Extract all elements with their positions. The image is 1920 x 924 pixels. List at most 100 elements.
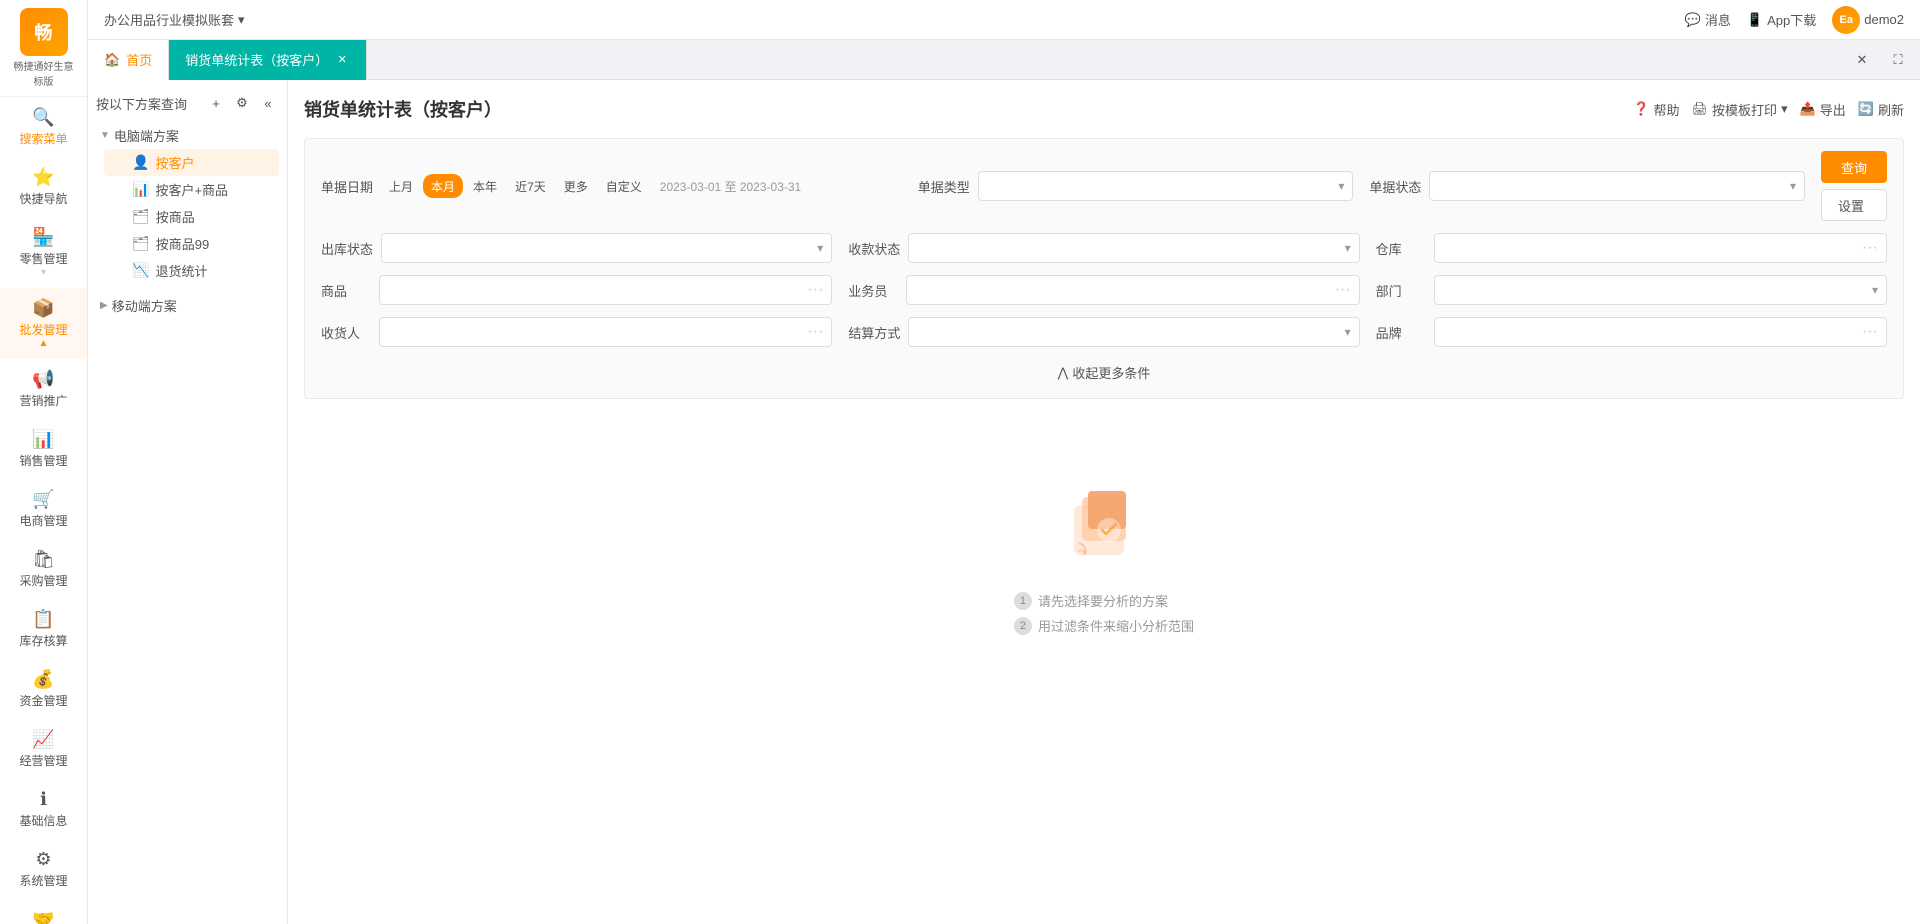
tree-item-by-goods[interactable]: 🗂 按商品 <box>104 203 279 230</box>
help-button[interactable]: ❓ 帮助 <box>1633 100 1679 119</box>
ecommerce-icon: 🛒 <box>32 489 54 510</box>
goods-input[interactable]: ··· <box>379 275 832 305</box>
minimize-icon: ✕ <box>1857 52 1868 68</box>
help-icon: ❓ <box>1633 101 1649 117</box>
breadcrumb-text: 办公用品行业模拟账套 <box>104 10 234 29</box>
left-panel-title-bar: 按以下方案查询 + ⚙ « <box>96 92 279 114</box>
date-btn-this-month[interactable]: 本月 <box>423 174 463 198</box>
collab-icon: 🤝 <box>32 909 54 924</box>
tab-maximize-button[interactable]: ⛶ <box>1884 46 1912 74</box>
app-download-button[interactable]: 📱 App下载 <box>1747 10 1816 29</box>
collapse-filter-button[interactable]: ⋀ 收起更多条件 <box>1046 359 1163 386</box>
receiver-input[interactable]: ··· <box>379 317 832 347</box>
wholesale-arrow: ▲ <box>39 338 49 349</box>
date-btn-this-year[interactable]: 本年 <box>465 174 505 198</box>
breadcrumb-dropdown[interactable]: 办公用品行业模拟账套 ▾ <box>104 10 245 29</box>
topbar: 办公用品行业模拟账套 ▾ 💬 消息 📱 App下载 Ea demo2 <box>88 0 1920 40</box>
dept-label: 部门 <box>1376 281 1426 300</box>
tabbar: 🏠 首页 销货单统计表（按客户） ✕ ✕ ⛶ <box>88 40 1920 80</box>
left-panel: 按以下方案查询 + ⚙ « ▼ 电脑端方案 <box>88 80 288 924</box>
date-btn-7days[interactable]: 近7天 <box>507 174 554 198</box>
message-button[interactable]: 💬 消息 <box>1685 10 1731 29</box>
main-area: 办公用品行业模拟账套 ▾ 💬 消息 📱 App下载 Ea demo2 🏠 <box>88 0 1920 924</box>
sidebar: 畅 畅捷通好生意 标版 🔍 搜索菜单 ⭐ 快捷导航 🏪 零售管理 ▾ 📦 批发管… <box>0 0 88 924</box>
filter-salesman: 业务员 ··· <box>848 275 1359 305</box>
doc-type-select[interactable]: ▾ <box>978 171 1354 201</box>
sidebar-item-system[interactable]: ⚙ 系统管理 <box>0 839 87 899</box>
export-button[interactable]: 📤 导出 <box>1800 100 1846 119</box>
empty-tip-2: 2 用过滤条件来缩小分析范围 <box>1014 616 1194 635</box>
date-btn-more[interactable]: 更多 <box>556 174 596 198</box>
filter-settlement: 结算方式 ▾ <box>848 317 1359 347</box>
out-status-chevron-icon: ▾ <box>817 241 823 255</box>
sidebar-item-inventory[interactable]: 📋 库存核算 <box>0 599 87 659</box>
print-dropdown-icon: ▾ <box>1781 101 1788 117</box>
basic-icon: ℹ <box>40 789 47 810</box>
doc-status-select[interactable]: ▾ <box>1429 171 1805 201</box>
sidebar-item-finance[interactable]: 💰 资金管理 <box>0 659 87 719</box>
print-icon: 🖨 <box>1692 101 1709 117</box>
dept-select[interactable]: ▾ <box>1434 275 1887 305</box>
filter-out-status: 出库状态 ▾ <box>321 233 832 263</box>
filter-row-4: 收货人 ··· 结算方式 ▾ 品牌 <box>321 317 1887 347</box>
marketing-icon: 📢 <box>32 369 54 390</box>
search-icon: 🔍 <box>32 107 54 128</box>
sidebar-item-sales[interactable]: 📊 销售管理 <box>0 419 87 479</box>
dropdown-arrow-icon: ▾ <box>238 12 245 28</box>
query-button[interactable]: 查询 <box>1821 151 1887 183</box>
tab-sales-stats[interactable]: 销货单统计表（按客户） ✕ <box>169 40 367 80</box>
date-btn-last-month[interactable]: 上月 <box>381 174 421 198</box>
page-content: 按以下方案查询 + ⚙ « ▼ 电脑端方案 <box>88 80 1920 924</box>
maximize-icon: ⛶ <box>1893 52 1902 68</box>
returns-icon: 📉 <box>132 262 149 279</box>
warehouse-input[interactable]: ··· <box>1434 233 1887 263</box>
user-profile[interactable]: Ea demo2 <box>1832 6 1904 34</box>
doc-type-label: 单据类型 <box>918 177 970 196</box>
print-button[interactable]: 🖨 按模板打印 ▾ <box>1692 100 1788 119</box>
system-icon: ⚙ <box>35 849 51 870</box>
sidebar-item-marketing[interactable]: 📢 营销推广 <box>0 359 87 419</box>
inventory-icon: 📋 <box>32 609 54 630</box>
tab-home[interactable]: 🏠 首页 <box>88 40 169 80</box>
date-label: 单据日期 <box>321 177 373 196</box>
receipt-status-select[interactable]: ▾ <box>908 233 1359 263</box>
brand-input[interactable]: ··· <box>1434 317 1887 347</box>
sidebar-item-quicknav[interactable]: ⭐ 快捷导航 <box>0 157 87 217</box>
tree-item-by-customer-goods[interactable]: 📊 按客户+商品 <box>104 176 279 203</box>
sidebar-item-search[interactable]: 🔍 搜索菜单 <box>0 97 87 157</box>
sidebar-item-operations[interactable]: 📈 经营管理 <box>0 719 87 779</box>
tab-minimize-button[interactable]: ✕ <box>1848 46 1876 74</box>
right-content: 销货单统计表（按客户） ❓ 帮助 🖨 按模板打印 ▾ 📤 导出 <box>288 80 1920 924</box>
retail-arrow: ▾ <box>41 267 46 278</box>
salesman-input[interactable]: ··· <box>906 275 1359 305</box>
tree-item-by-goods99[interactable]: 🗂 按商品99 <box>104 230 279 257</box>
add-scheme-button[interactable]: + <box>205 92 227 114</box>
tree-desktop-parent[interactable]: ▼ 电脑端方案 <box>96 122 279 149</box>
sidebar-item-basic[interactable]: ℹ 基础信息 <box>0 779 87 839</box>
filter-goods: 商品 ··· <box>321 275 832 305</box>
tree-item-returns[interactable]: 📉 退货统计 <box>104 257 279 284</box>
sales-icon: 📊 <box>32 429 54 450</box>
date-btn-custom[interactable]: 自定义 <box>598 174 650 198</box>
collapse-panel-button[interactable]: « <box>257 92 279 114</box>
tab-close-button[interactable]: ✕ <box>334 52 350 68</box>
sidebar-item-collab[interactable]: 🤝 企业协同 <box>0 899 87 924</box>
settings-button[interactable]: 设置 <box>1821 189 1887 221</box>
sidebar-item-ecommerce[interactable]: 🛒 电商管理 <box>0 479 87 539</box>
refresh-button[interactable]: 🔄 刷新 <box>1858 100 1904 119</box>
sidebar-item-retail[interactable]: 🏪 零售管理 ▾ <box>0 217 87 288</box>
filter-receiver: 收货人 ··· <box>321 317 832 347</box>
settlement-select[interactable]: ▾ <box>908 317 1359 347</box>
sidebar-item-wholesale[interactable]: 📦 批发管理 ▲ <box>0 288 87 359</box>
purchase-icon: 🛍 <box>32 549 55 570</box>
goods99-icon: 🗂 <box>132 235 150 252</box>
sidebar-item-purchase[interactable]: 🛍 采购管理 <box>0 539 87 599</box>
user-avatar: Ea <box>1832 6 1860 34</box>
logo-text: 畅捷通好生意 标版 <box>14 58 74 88</box>
date-range-text: 2023-03-01 至 2023-03-31 <box>660 178 801 195</box>
out-status-select[interactable]: ▾ <box>381 233 832 263</box>
doc-status-chevron-icon: ▾ <box>1790 179 1796 193</box>
tree-item-by-customer[interactable]: 👤 按客户 <box>104 149 279 176</box>
tree-mobile-parent[interactable]: ▶ 移动端方案 <box>96 292 279 319</box>
settings-scheme-button[interactable]: ⚙ <box>231 92 253 114</box>
